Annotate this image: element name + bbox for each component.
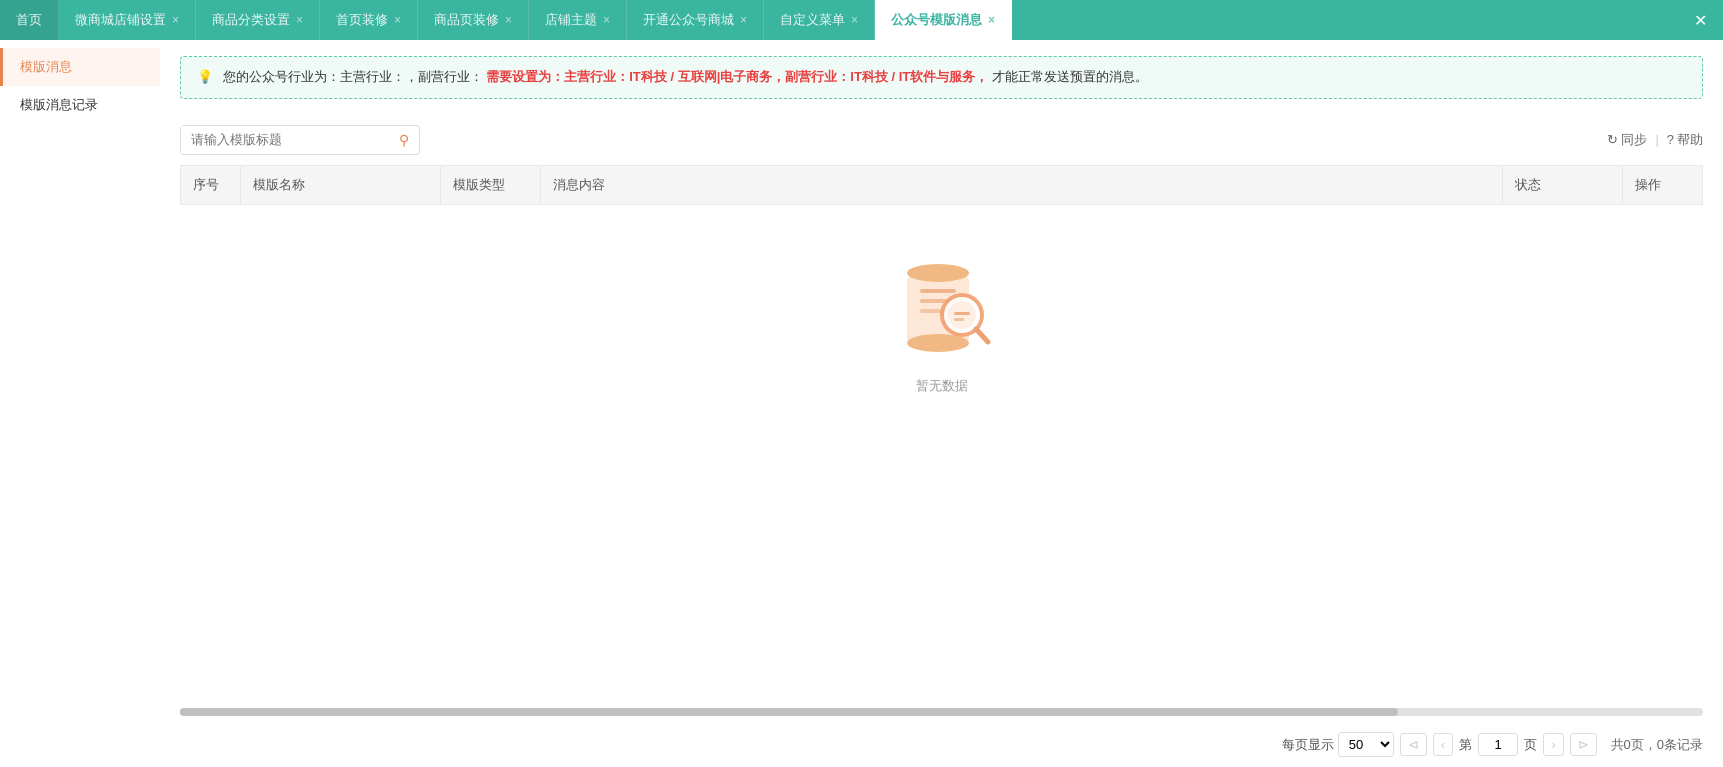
close-tab-open-mall[interactable]: × [740, 13, 747, 27]
search-input[interactable] [181, 126, 389, 153]
svg-line-10 [976, 329, 988, 342]
empty-state-text: 暂无数据 [916, 377, 968, 395]
tab-product-category[interactable]: 商品分类设置 × [196, 0, 320, 40]
tab-home[interactable]: 首页 [0, 0, 59, 40]
page-unit: 页 [1524, 736, 1537, 754]
prev-page-button[interactable]: ‹ [1433, 733, 1453, 756]
table-header-row: 序号 模版名称 模版类型 消息内容 状态 操作 [181, 165, 1703, 204]
data-table: 序号 模版名称 模版类型 消息内容 状态 操作 [180, 165, 1703, 415]
next-page-button[interactable]: › [1543, 733, 1563, 756]
page-size-select[interactable]: 50 10 20 100 [1338, 732, 1394, 757]
search-icon: ⚲ [399, 132, 409, 148]
sync-button[interactable]: ↻ 同步 [1607, 131, 1647, 149]
col-header-action: 操作 [1623, 165, 1703, 204]
total-text: 共0页，0条记录 [1611, 736, 1703, 754]
col-header-status: 状态 [1503, 165, 1623, 204]
scrollbar-wrap [160, 702, 1723, 722]
close-tab-custom-menu[interactable]: × [851, 13, 858, 27]
help-icon: ? [1667, 132, 1674, 147]
close-all-tabs[interactable]: ✕ [1678, 11, 1723, 30]
close-tab-shop-settings[interactable]: × [172, 13, 179, 27]
table-wrap: 序号 模版名称 模版类型 消息内容 状态 操作 [160, 165, 1723, 702]
tab-product-page[interactable]: 商品页装修 × [418, 0, 529, 40]
svg-rect-12 [954, 318, 964, 321]
tab-template-msg[interactable]: 公众号模版消息 × [875, 0, 1012, 40]
svg-point-3 [907, 264, 969, 282]
close-tab-store-theme[interactable]: × [603, 13, 610, 27]
close-tab-template-msg[interactable]: × [988, 13, 995, 27]
notice-banner: 💡 您的公众号行业为：主营行业：，副营行业： 需要设置为：主营行业：IT科技 /… [180, 56, 1703, 99]
close-tab-home-decor[interactable]: × [394, 13, 401, 27]
svg-rect-11 [954, 312, 970, 315]
scrollbar-track [180, 708, 1703, 716]
sync-icon: ↻ [1607, 132, 1618, 147]
tab-open-mall[interactable]: 开通公众号商城 × [627, 0, 764, 40]
empty-state-row: 暂无数据 [181, 204, 1703, 415]
content-area: 💡 您的公众号行业为：主营行业：，副营行业： 需要设置为：主营行业：IT科技 /… [160, 40, 1723, 767]
main-layout: 模版消息 模版消息记录 💡 您的公众号行业为：主营行业：，副营行业： 需要设置为… [0, 40, 1723, 767]
col-header-content: 消息内容 [541, 165, 1503, 204]
page-size-label: 每页显示 [1282, 736, 1334, 754]
empty-state-icon [882, 245, 1002, 365]
help-button[interactable]: ? 帮助 [1667, 131, 1703, 149]
tab-store-theme[interactable]: 店铺主题 × [529, 0, 627, 40]
search-input-wrap: ⚲ [180, 125, 420, 155]
sync-help-area: ↻ 同步 | ? 帮助 [1607, 131, 1703, 149]
tab-bar: 首页 微商城店铺设置 × 商品分类设置 × 首页装修 × 商品页装修 × 店铺主… [0, 0, 1723, 40]
divider: | [1655, 132, 1658, 147]
first-page-button[interactable]: ⊲ [1400, 733, 1427, 756]
col-header-seq: 序号 [181, 165, 241, 204]
page-input[interactable] [1478, 733, 1518, 756]
tab-shop-settings[interactable]: 微商城店铺设置 × [59, 0, 196, 40]
svg-rect-5 [920, 289, 956, 293]
sidebar: 模版消息 模版消息记录 [0, 40, 160, 767]
tab-home-decor[interactable]: 首页装修 × [320, 0, 418, 40]
page-label: 第 [1459, 736, 1472, 754]
scrollbar-thumb[interactable] [180, 708, 1398, 716]
page-size-wrap: 每页显示 50 10 20 100 [1282, 732, 1394, 757]
close-tab-product-page[interactable]: × [505, 13, 512, 27]
col-header-name: 模版名称 [241, 165, 441, 204]
tab-custom-menu[interactable]: 自定义菜单 × [764, 0, 875, 40]
sidebar-item-template-msg[interactable]: 模版消息 [0, 48, 160, 86]
search-button[interactable]: ⚲ [389, 126, 419, 154]
close-tab-product-category[interactable]: × [296, 13, 303, 27]
sidebar-item-template-record[interactable]: 模版消息记录 [0, 86, 160, 124]
last-page-button[interactable]: ⊳ [1570, 733, 1597, 756]
notice-icon: 💡 [197, 69, 213, 84]
empty-state: 暂无数据 [181, 205, 1703, 415]
col-header-type: 模版类型 [441, 165, 541, 204]
svg-rect-6 [920, 299, 948, 303]
pagination: 每页显示 50 10 20 100 ⊲ ‹ 第 页 › ⊳ 共0页，0条记录 [160, 722, 1723, 767]
search-bar: ⚲ ↻ 同步 | ? 帮助 [160, 115, 1723, 165]
